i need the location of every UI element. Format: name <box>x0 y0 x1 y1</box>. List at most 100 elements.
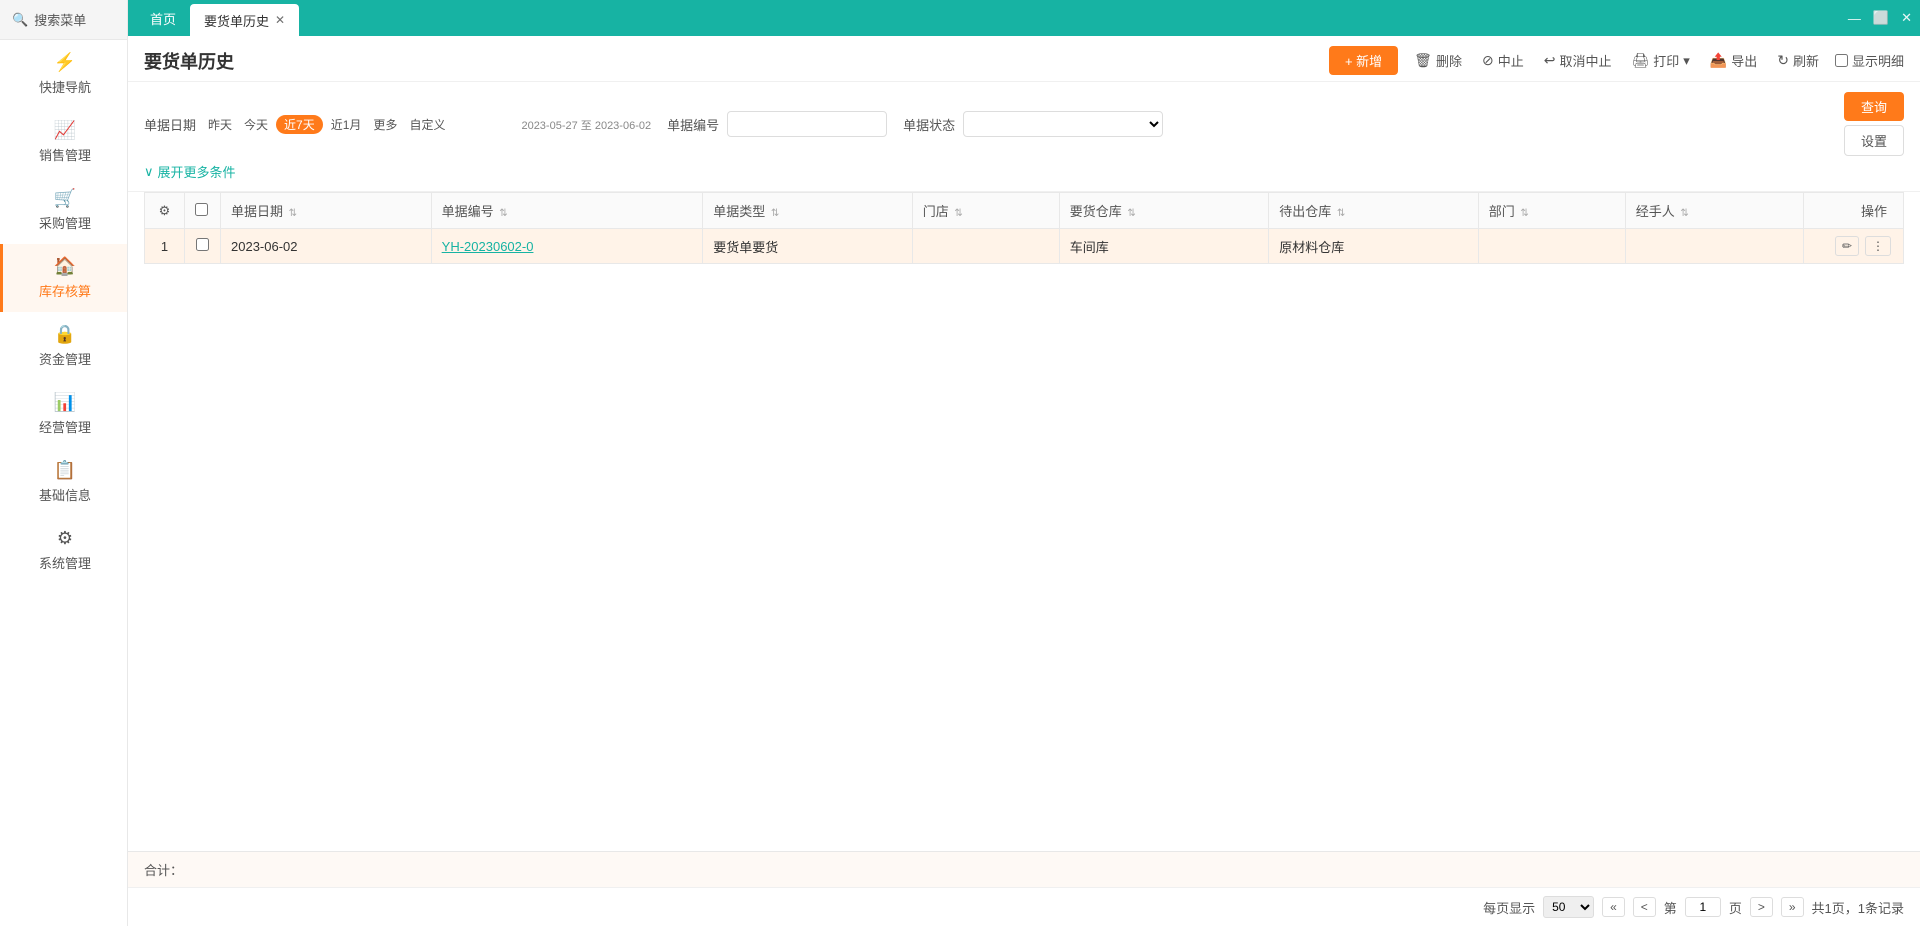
inventory-icon: 🏠 <box>54 256 76 277</box>
page-number-input[interactable] <box>1685 897 1721 917</box>
sidebar-item-system[interactable]: ⚙ 系统管理 <box>0 516 127 584</box>
filter-status-select[interactable] <box>963 111 1163 137</box>
expand-more-icon: ∨ <box>144 164 154 180</box>
data-table: ⚙ 单据日期 ⇅ 单据编号 ⇅ 单据类型 <box>144 192 1904 264</box>
tab-order-history[interactable]: 要货单历史 ✕ <box>190 4 299 36</box>
col-action-label: 操作 <box>1861 204 1887 219</box>
expand-more-btn[interactable]: ∨ 展开更多条件 <box>144 162 1904 181</box>
finance-icon: 🔒 <box>54 324 76 345</box>
page-prev-btn[interactable]: < <box>1633 897 1656 917</box>
select-all-checkbox[interactable] <box>195 203 208 216</box>
col-order-no-header[interactable]: 单据编号 ⇅ <box>431 193 703 229</box>
col-dept-label: 部门 <box>1489 204 1515 219</box>
page-last-btn[interactable]: » <box>1781 897 1804 917</box>
col-settings[interactable]: ⚙ <box>145 193 185 229</box>
sidebar-item-purchase[interactable]: 🛒 采购管理 <box>0 176 127 244</box>
delete-label: 删除 <box>1436 51 1462 70</box>
setting-button[interactable]: 设置 <box>1844 125 1904 156</box>
cancel-suspend-icon: ↩ <box>1544 52 1556 69</box>
col-out-warehouse-header[interactable]: 待出仓库 ⇅ <box>1269 193 1479 229</box>
suspend-label: 中止 <box>1498 51 1524 70</box>
sidebar-item-basic[interactable]: 📋 基础信息 <box>0 448 127 516</box>
basic-icon: 📋 <box>54 460 76 481</box>
col-store-sort: ⇅ <box>954 208 962 219</box>
col-dept-sort: ⇅ <box>1520 208 1528 219</box>
page-header: 要货单历史 + 新增 🗑 删除 ⊘ 中止 ↩ 取消中止 🖨 打印 <box>128 36 1920 82</box>
date-7days[interactable]: 近7天 <box>276 115 323 134</box>
col-req-warehouse-sort: ⇅ <box>1127 208 1135 219</box>
date-today[interactable]: 今天 <box>240 115 272 134</box>
col-store-label: 门店 <box>923 204 949 219</box>
suspend-icon: ⊘ <box>1482 52 1494 69</box>
col-dept-header[interactable]: 部门 ⇅ <box>1478 193 1625 229</box>
cell-index: 1 <box>145 229 185 264</box>
sidebar-item-sales[interactable]: 📈 销售管理 <box>0 108 127 176</box>
col-order-type-label: 单据类型 <box>713 204 765 219</box>
sidebar-item-quick-nav[interactable]: ⚡ 快捷导航 <box>0 40 127 108</box>
date-more[interactable]: 更多 <box>369 115 401 134</box>
tab-home[interactable]: 首页 <box>136 0 190 36</box>
delete-button[interactable]: 🗑 删除 <box>1410 49 1466 72</box>
col-out-warehouse-sort: ⇅ <box>1337 208 1345 219</box>
sidebar-item-label: 销售管理 <box>39 145 91 164</box>
col-store-header[interactable]: 门店 ⇅ <box>912 193 1059 229</box>
per-page-select[interactable]: 50 10 20 100 <box>1543 896 1594 918</box>
filter-status-label: 单据状态 <box>903 115 955 134</box>
col-req-warehouse-label: 要货仓库 <box>1070 204 1122 219</box>
row-actions: ✏ ⋮ <box>1814 236 1891 256</box>
export-button[interactable]: 📤 导出 <box>1706 49 1761 72</box>
sidebar-item-operation[interactable]: 📊 经营管理 <box>0 380 127 448</box>
sidebar-item-label: 库存核算 <box>39 281 91 300</box>
sidebar-item-inventory[interactable]: 🏠 库存核算 <box>0 244 127 312</box>
row-checkbox[interactable] <box>196 238 209 251</box>
date-1month[interactable]: 近1月 <box>327 115 366 134</box>
page-next-btn[interactable]: > <box>1750 897 1773 917</box>
col-date-sort: ⇅ <box>289 208 297 219</box>
filter-date-label: 单据日期 <box>144 115 196 134</box>
show-detail-checkbox[interactable] <box>1835 54 1848 67</box>
page-title: 要货单历史 <box>144 48 234 74</box>
tab-close-icon[interactable]: ✕ <box>275 13 285 27</box>
window-close-btn[interactable]: ✕ <box>1901 10 1912 26</box>
col-req-warehouse-header[interactable]: 要货仓库 ⇅ <box>1059 193 1269 229</box>
page-prefix-label: 第 <box>1664 898 1677 917</box>
window-minimize-btn[interactable]: — <box>1848 11 1861 26</box>
print-button[interactable]: 🖨 打印 ▾ <box>1627 49 1693 72</box>
filter-order-no-input[interactable] <box>727 111 887 137</box>
suspend-button[interactable]: ⊘ 中止 <box>1478 49 1528 72</box>
col-handler-header[interactable]: 经手人 ⇅ <box>1625 193 1803 229</box>
page-suffix-label: 页 <box>1729 898 1742 917</box>
page-first-btn[interactable]: « <box>1602 897 1625 917</box>
sidebar-item-finance[interactable]: 🔒 资金管理 <box>0 312 127 380</box>
date-custom[interactable]: 自定义 <box>405 115 449 134</box>
new-button[interactable]: + 新增 <box>1329 46 1398 75</box>
cancel-suspend-button[interactable]: ↩ 取消中止 <box>1540 49 1616 72</box>
filter-date-range: 2023-05-27 至 2023-06-02 <box>521 117 651 133</box>
search-icon: 🔍 <box>12 12 28 28</box>
col-order-type-sort: ⇅ <box>771 208 779 219</box>
row-more-btn[interactable]: ⋮ <box>1865 236 1891 256</box>
search-button[interactable]: 查询 <box>1844 92 1904 121</box>
col-order-type-header[interactable]: 单据类型 ⇅ <box>703 193 913 229</box>
cell-check <box>185 229 221 264</box>
sidebar-search[interactable]: 🔍 搜索菜单 <box>0 0 127 40</box>
row-edit-btn[interactable]: ✏ <box>1835 236 1859 256</box>
filter-actions: 查询 设置 <box>1844 92 1904 156</box>
refresh-label: 刷新 <box>1793 51 1819 70</box>
sidebar-item-label: 采购管理 <box>39 213 91 232</box>
quick-nav-icon: ⚡ <box>54 52 76 73</box>
print-label: 打印 <box>1653 51 1679 70</box>
show-detail-toggle[interactable]: 显示明细 <box>1835 51 1904 70</box>
date-yesterday[interactable]: 昨天 <box>204 115 236 134</box>
col-order-no-sort: ⇅ <box>499 208 507 219</box>
tab-order-history-label: 要货单历史 <box>204 11 269 30</box>
refresh-button[interactable]: ↻ 刷新 <box>1773 49 1823 72</box>
show-detail-label: 显示明细 <box>1852 51 1904 70</box>
print-dropdown-icon[interactable]: ▾ <box>1683 53 1690 69</box>
content-area: 要货单历史 + 新增 🗑 删除 ⊘ 中止 ↩ 取消中止 🖨 打印 <box>128 36 1920 926</box>
order-no-link[interactable]: YH-20230602-0 <box>442 239 534 254</box>
col-out-warehouse-label: 待出仓库 <box>1279 204 1331 219</box>
purchase-icon: 🛒 <box>54 188 76 209</box>
col-date-header[interactable]: 单据日期 ⇅ <box>221 193 432 229</box>
window-restore-btn[interactable]: ⬜ <box>1873 10 1889 26</box>
